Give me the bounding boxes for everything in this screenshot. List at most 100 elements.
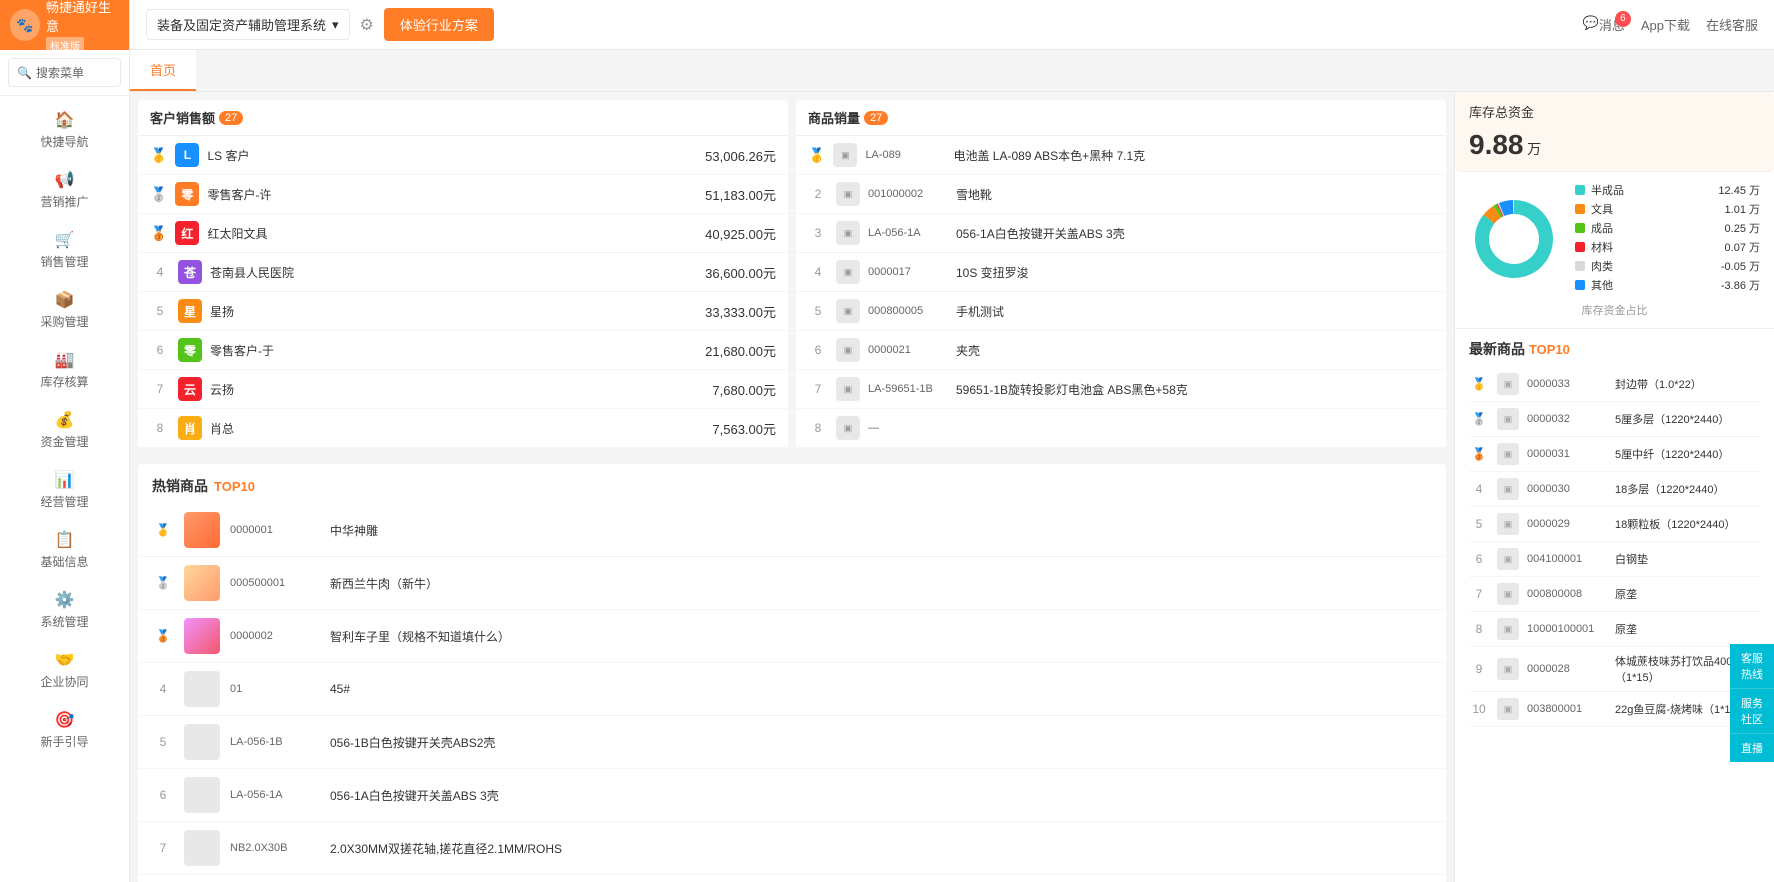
legend-value: 12.45 万 [1718, 182, 1760, 198]
product-name: 手机测试 [956, 303, 1434, 320]
customer-name: 红太阳文具 [207, 225, 697, 242]
product-thumbnail [184, 830, 220, 866]
product-code: 0000033 [1527, 378, 1607, 390]
list-item: 🥈 000500001 新西兰牛肉（新牛） [138, 557, 1446, 610]
product-thumbnail: ▣ [836, 299, 860, 323]
online-service-link[interactable]: 在线客服 [1706, 15, 1758, 34]
sidebar-item-marketing[interactable]: 📢 营销推广 [0, 160, 129, 220]
product-thumbnail: ▣ [1497, 618, 1519, 640]
customer-ranking-badge: 27 [219, 111, 243, 125]
avatar: 苍 [178, 260, 202, 284]
sidebar-item-label: 经营管理 [40, 493, 88, 510]
product-name: 056-1A白色按键开关盖ABS 3壳 [330, 787, 1432, 804]
sidebar-item-label: 新手引导 [40, 733, 88, 750]
sidebar-item-collaboration[interactable]: 🤝 企业协同 [0, 640, 129, 700]
sidebar-item-basic-info[interactable]: 📋 基础信息 [0, 520, 129, 580]
rank-number: 7 [150, 382, 170, 396]
sidebar-item-label: 销售管理 [40, 253, 88, 270]
customer-amount: 33,333.00元 [705, 302, 776, 321]
list-item: 6 ▣ 004100001 白钢垫 [1469, 542, 1760, 577]
community-btn[interactable]: 服务社区 [1730, 689, 1774, 734]
legend-item: 其他 -3.86 万 [1575, 277, 1760, 293]
home-icon: 🏠 [55, 110, 75, 130]
rank-number: 3 [808, 226, 828, 240]
app-download-link[interactable]: App下载 [1641, 15, 1690, 34]
live-btn[interactable]: 直播 [1730, 734, 1774, 762]
product-name: 电池盖 LA-089 ABS本色+黑种 7.1克 [953, 147, 1434, 164]
product-thumbnail [184, 618, 220, 654]
product-thumbnail: ▣ [836, 338, 860, 362]
right-panel: 库存总资金 9.88 万 [1454, 92, 1774, 882]
legend-color [1575, 261, 1585, 271]
sidebar-item-guide[interactable]: 🎯 新手引导 [0, 700, 129, 760]
list-item: 7 NB2.0X30B 2.0X30MM双搓花轴,搓花直径2.1MM/ROHS [138, 822, 1446, 875]
sidebar-item-home[interactable]: 🏠 快捷导航 [0, 100, 129, 160]
product-name: 雪地靴 [956, 186, 1434, 203]
settings-icon[interactable]: ⚙ [360, 15, 374, 35]
collaboration-icon: 🤝 [55, 650, 75, 670]
product-ranking-panel: 商品销量 27 🥇 ▣ LA-089 电池盖 LA-089 ABS本色+黑种 7… [796, 100, 1446, 448]
sidebar-item-purchase[interactable]: 📦 采购管理 [0, 280, 129, 340]
product-thumbnail [184, 777, 220, 813]
rank-number: 6 [150, 343, 170, 357]
customer-name: 零售客户-于 [210, 342, 697, 359]
table-row: 7 云 云扬 7,680.00元 [138, 370, 788, 409]
sidebar-item-sales[interactable]: 🛒 销售管理 [0, 220, 129, 280]
avatar: 零 [178, 338, 202, 362]
customer-service-btn[interactable]: 客服热线 [1730, 644, 1774, 689]
medal-icon: 🥇 [808, 147, 825, 164]
sales-icon: 🛒 [55, 230, 75, 250]
sidebar-search[interactable]: 🔍 搜索菜单 [0, 50, 129, 96]
legend-item: 成品 0.25 万 [1575, 220, 1760, 236]
rank-number: 4 [1469, 482, 1489, 496]
sidebar-item-system[interactable]: ⚙️ 系统管理 [0, 580, 129, 640]
operations-icon: 📊 [55, 470, 75, 490]
inventory-icon: 🏭 [55, 350, 75, 370]
sidebar-item-operations[interactable]: 📊 经营管理 [0, 460, 129, 520]
list-item: 8 ▣ 10000100001 原垄 [1469, 612, 1760, 647]
avatar: 零 [175, 182, 199, 206]
product-thumbnail [184, 724, 220, 760]
avatar: 红 [175, 221, 199, 245]
product-code: LA-59651-1B [868, 383, 948, 395]
logo-icon: 🐾 [10, 9, 40, 41]
medal-icon: 🥈 [152, 576, 174, 590]
rank-number: 2 [808, 187, 828, 201]
product-thumbnail: ▣ [833, 143, 857, 167]
sidebar-item-finance[interactable]: 💰 资金管理 [0, 400, 129, 460]
table-row: 4 苍 苍南县人民医院 36,600.00元 [138, 253, 788, 292]
search-menu-button[interactable]: 🔍 搜索菜单 [8, 58, 121, 87]
customer-ranking-list: 🥇 L LS 客户 53,006.26元 🥈 零 零售客户-许 51,183.0… [138, 136, 788, 448]
product-code: LA-056-1B [230, 736, 320, 748]
message-badge[interactable]: 💬 消息 6 [1583, 15, 1625, 34]
table-row: 5 星 星扬 33,333.00元 [138, 292, 788, 331]
list-item: 5 LA-056-1B 056-1B白色按键开关壳ABS2壳 [138, 716, 1446, 769]
list-item: 6 LA-056-1A 056-1A白色按键开关盖ABS 3壳 [138, 769, 1446, 822]
table-row: 6 零 零售客户-于 21,680.00元 [138, 331, 788, 370]
rank-number: 7 [808, 382, 828, 396]
product-name: 18颗粒板（1220*2440） [1615, 516, 1760, 532]
system-selector[interactable]: 装备及固定资产辅助管理系统 ▾ [146, 9, 350, 40]
tab-bar: 首页 [130, 50, 1774, 92]
header: 装备及固定资产辅助管理系统 ▾ ⚙ 体验行业方案 💬 消息 6 App下载 在线… [130, 0, 1774, 50]
customer-name: 苍南县人民医院 [210, 264, 697, 281]
hot-products-title: 热销商品 TOP10 [138, 464, 1446, 504]
product-code: 003800001 [1527, 703, 1607, 715]
legend-item: 肉类 -0.05 万 [1575, 258, 1760, 274]
product-code: 10000100001 [1527, 623, 1607, 635]
purchase-icon: 📦 [55, 290, 75, 310]
logo-text: 畅捷通好生意 标准版 [46, 0, 119, 54]
customer-ranking-header: 客户销售额 27 [138, 100, 788, 136]
product-thumbnail: ▣ [836, 260, 860, 284]
trial-button[interactable]: 体验行业方案 [384, 8, 494, 41]
table-row: 8 肖 肖总 7,563.00元 [138, 409, 788, 448]
rank-number: 4 [150, 265, 170, 279]
message-count: 6 [1615, 11, 1631, 27]
legend-item: 半成品 12.45 万 [1575, 182, 1760, 198]
tab-home[interactable]: 首页 [130, 50, 196, 91]
product-ranking-header: 商品销量 27 [796, 100, 1446, 136]
donut-label: 库存资金占比 [1469, 302, 1760, 318]
sidebar-item-inventory[interactable]: 🏭 库存核算 [0, 340, 129, 400]
sidebar-item-label: 资金管理 [40, 433, 88, 450]
product-code: — [868, 422, 948, 434]
